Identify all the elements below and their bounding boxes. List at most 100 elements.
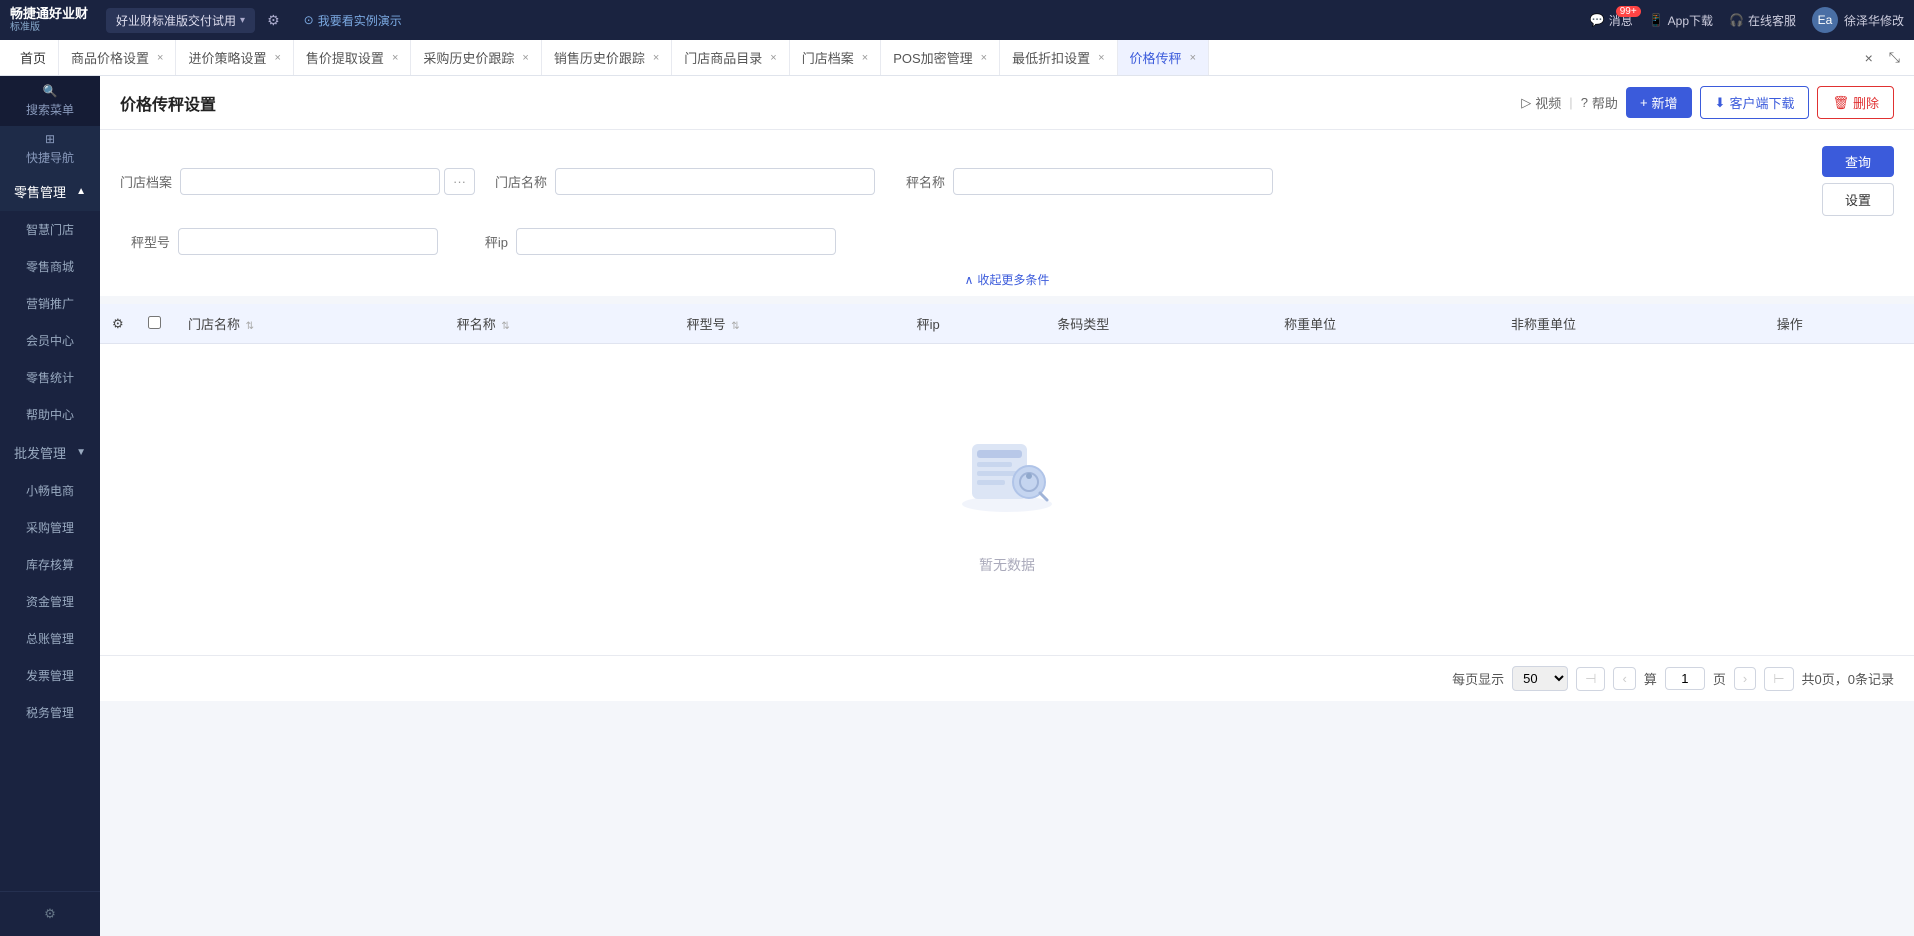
tab-pos-manage[interactable]: POS加密管理 × — [881, 40, 1000, 76]
tab-sale-history[interactable]: 销售历史价跟踪 × — [542, 40, 672, 76]
col-weight-unit-label: 称重单位 — [1284, 317, 1336, 332]
tab-close-icon[interactable]: × — [981, 52, 987, 64]
tab-home[interactable]: 首页 — [8, 40, 59, 76]
table-container: ⚙ 门店名称 ⇅ 秤名称 ⇅ 秤型号 — [100, 304, 1914, 655]
tab-purchase-history[interactable]: 采购历史价跟踪 × — [411, 40, 541, 76]
select-all-checkbox[interactable] — [148, 316, 161, 329]
page-input[interactable] — [1665, 667, 1705, 690]
prev-page-button[interactable]: ‹ — [1613, 667, 1635, 690]
sidebar-item-retail-manage[interactable]: 零售管理 ▲ — [0, 172, 100, 211]
tab-close-icon[interactable]: × — [522, 52, 528, 64]
sidebar-item-marketing[interactable]: 营销推广 — [0, 285, 100, 322]
tab-min-discount[interactable]: 最低折扣设置 × — [1000, 40, 1117, 76]
sidebar-settings-button[interactable]: ⚙ — [0, 898, 100, 930]
sidebar-item-retail-mall[interactable]: 零售商城 — [0, 248, 100, 285]
tab-expand-button[interactable]: ⤡ — [1883, 45, 1906, 70]
help-link[interactable]: ? 帮助 — [1581, 93, 1618, 112]
sort-icon[interactable]: ⇅ — [501, 321, 509, 332]
filter-area: 门店档案 ··· 门店名称 秤名称 查询 — [100, 130, 1914, 296]
sidebar-search[interactable]: 🔍 搜索菜单 — [0, 76, 100, 126]
sort-icon[interactable]: ⇅ — [731, 321, 739, 332]
version-selector[interactable]: 好业财标准版交付试用 ▾ — [106, 8, 255, 33]
tab-close-icon[interactable]: × — [770, 52, 776, 64]
sidebar-item-inventory[interactable]: 库存核算 — [0, 546, 100, 583]
sidebar-item-purchase-manage[interactable]: 采购管理 — [0, 509, 100, 546]
online-service-action[interactable]: 🎧 在线客服 — [1729, 12, 1796, 29]
sidebar-item-label: 资金管理 — [26, 593, 74, 610]
page-text: 算 — [1644, 669, 1657, 688]
scale-ip-input[interactable] — [516, 228, 836, 255]
filter-scale-name: 秤名称 — [895, 168, 1273, 195]
collapse-label: 收起更多条件 — [977, 271, 1049, 288]
settings-filter-button[interactable]: 设置 — [1822, 183, 1894, 216]
col-scale-model-label: 秤型号 — [687, 317, 726, 332]
col-weight-unit: 称重单位 — [1272, 304, 1499, 344]
sidebar-item-finance[interactable]: 资金管理 — [0, 583, 100, 620]
delete-icon: 🗑 — [1832, 95, 1849, 111]
sidebar-item-batch-manage[interactable]: 批发管理 ▼ — [0, 433, 100, 472]
download-label: 客户端下载 — [1729, 93, 1794, 112]
sidebar-item-general-account[interactable]: 总账管理 — [0, 620, 100, 657]
sidebar-item-smart-store[interactable]: 智慧门店 — [0, 211, 100, 248]
nav-icon: ⊞ — [45, 132, 55, 146]
demo-link[interactable]: ⊙ 我要看实例演示 — [304, 12, 402, 29]
download-button[interactable]: ⬇ 客户端下载 — [1700, 86, 1810, 119]
store-name-input[interactable] — [555, 168, 875, 195]
sidebar-item-retail-stats[interactable]: 零售统计 — [0, 359, 100, 396]
tab-close-icon[interactable]: × — [653, 52, 659, 64]
top-settings-button[interactable]: ⚙ — [263, 8, 284, 33]
collapse-button[interactable]: ∧ 收起更多条件 — [965, 271, 1050, 288]
sidebar-item-member[interactable]: 会员中心 — [0, 322, 100, 359]
tab-price-scale[interactable]: 价格传秤 × — [1118, 40, 1209, 76]
table-gear-col[interactable]: ⚙ — [100, 304, 136, 344]
store-file-input[interactable] — [180, 168, 440, 195]
sidebar-item-label: 税务管理 — [26, 704, 74, 721]
sidebar-item-invoice[interactable]: 发票管理 — [0, 657, 100, 694]
add-label: 新增 — [1652, 93, 1678, 112]
scale-ip-label: 秤ip — [458, 232, 508, 251]
tab-close-icon[interactable]: × — [1190, 52, 1196, 64]
gear-icon: ⚙ — [44, 906, 56, 922]
message-action[interactable]: 💬 消息 99+ — [1590, 12, 1633, 29]
sort-icon[interactable]: ⇅ — [246, 321, 254, 332]
tab-store-catalog[interactable]: 门店商品目录 × — [672, 40, 789, 76]
sidebar-item-tax[interactable]: 税务管理 — [0, 694, 100, 731]
last-page-button[interactable]: ⊢ — [1764, 667, 1793, 691]
tab-product-price[interactable]: 商品价格设置 × — [59, 40, 176, 76]
sidebar-item-label: 零售商城 — [26, 258, 74, 275]
sidebar-item-help-center[interactable]: 帮助中心 — [0, 396, 100, 433]
page-title: 价格传秤设置 — [120, 91, 216, 115]
filter-scale-model: 秤型号 — [120, 228, 438, 255]
scale-model-input[interactable] — [178, 228, 438, 255]
tab-close-icon[interactable]: × — [274, 52, 280, 64]
video-link[interactable]: ▷ 视频 — [1521, 93, 1561, 112]
top-bar: 畅捷通好业财 标准版 好业财标准版交付试用 ▾ ⚙ ⊙ 我要看实例演示 💬 消息… — [0, 0, 1914, 40]
first-page-button[interactable]: ⊣ — [1576, 667, 1605, 691]
data-table: ⚙ 门店名称 ⇅ 秤名称 ⇅ 秤型号 — [100, 304, 1914, 344]
query-button[interactable]: 查询 — [1822, 146, 1894, 177]
col-scale-name: 秤名称 ⇅ — [445, 304, 675, 344]
tab-close-icon[interactable]: × — [157, 52, 163, 64]
store-file-dots-button[interactable]: ··· — [444, 168, 475, 195]
app-icon: 📱 — [1649, 13, 1664, 27]
add-button[interactable]: + 新增 — [1626, 87, 1692, 118]
scale-name-input[interactable] — [953, 168, 1273, 195]
app-download-action[interactable]: 📱 App下载 — [1649, 12, 1713, 29]
sidebar-item-xiaochang[interactable]: 小畅电商 — [0, 472, 100, 509]
delete-button[interactable]: 🗑 删除 — [1817, 86, 1894, 119]
sidebar-item-label: 智慧门店 — [26, 221, 74, 238]
tab-store-file[interactable]: 门店档案 × — [790, 40, 881, 76]
video-icon: ▷ — [1521, 95, 1531, 111]
tab-purchase-strategy[interactable]: 进价策略设置 × — [176, 40, 293, 76]
tab-sale-price[interactable]: 售价提取设置 × — [294, 40, 411, 76]
next-page-button[interactable]: › — [1734, 667, 1756, 690]
settings-filter-label: 设置 — [1845, 193, 1871, 208]
user-area[interactable]: Ea 徐泽华修改 — [1812, 7, 1904, 33]
page-size-select[interactable]: 50 100 200 — [1512, 666, 1568, 691]
tab-close-all-button[interactable]: × — [1859, 46, 1879, 70]
tab-close-icon[interactable]: × — [862, 52, 868, 64]
tab-close-icon[interactable]: × — [1098, 52, 1104, 64]
sidebar-quick-nav[interactable]: ⊞ 快捷导航 — [0, 126, 100, 172]
col-non-weight-unit: 非称重单位 — [1499, 304, 1765, 344]
tab-close-icon[interactable]: × — [392, 52, 398, 64]
